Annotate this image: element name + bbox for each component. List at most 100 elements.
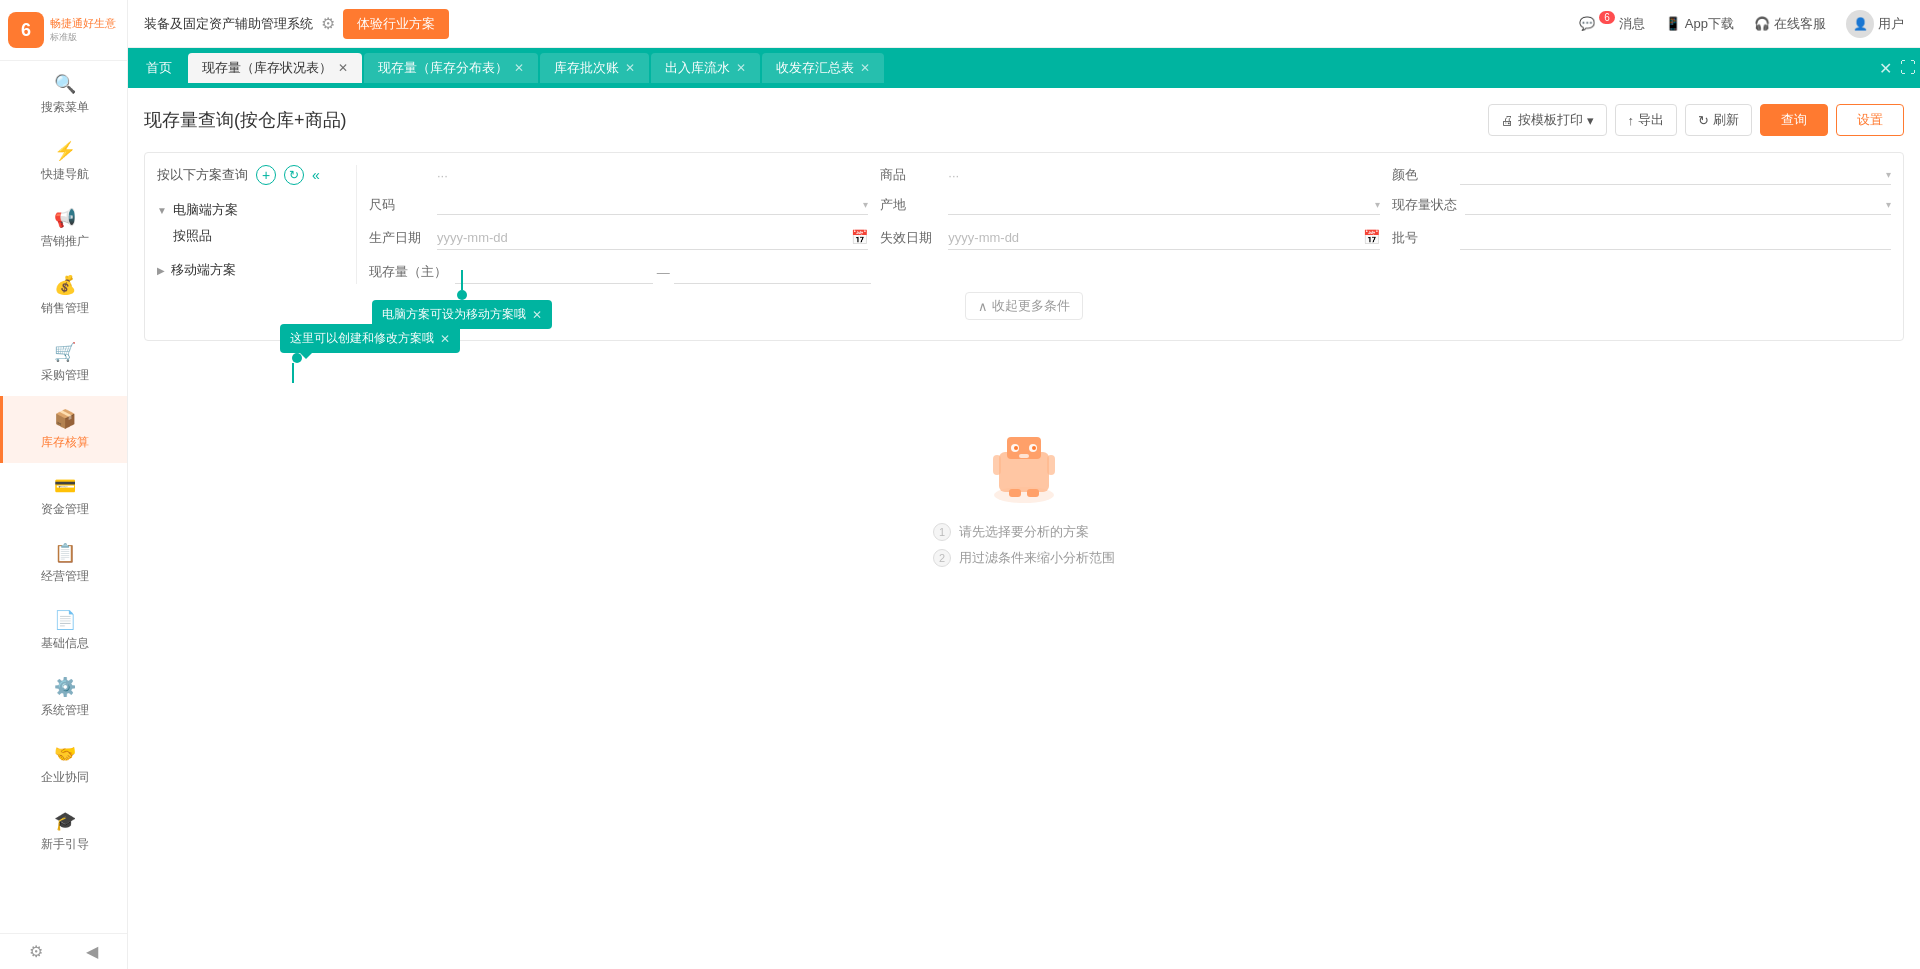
produce-date-calendar-icon[interactable]: 📅 (851, 229, 868, 245)
export-icon: ↑ (1628, 113, 1635, 128)
goods-dots[interactable]: ··· (948, 168, 959, 183)
app-download-btn[interactable]: 📱 App下载 (1665, 15, 1734, 33)
sidebar-item-search[interactable]: 🔍 搜索菜单 (0, 61, 127, 128)
print-button[interactable]: 🖨 按模板打印 ▾ (1488, 104, 1607, 136)
scenario-mobile-label: 移动端方案 (171, 261, 236, 279)
hint2-text: 用过滤条件来缩小分析范围 (959, 549, 1115, 567)
sidebar-item-marketing[interactable]: 📢 营销推广 (0, 195, 127, 262)
tooltip2-close-icon[interactable]: ✕ (440, 332, 450, 346)
sidebar-item-label: 经营管理 (41, 568, 89, 585)
svg-rect-11 (1027, 489, 1039, 497)
export-button[interactable]: ↑ 导出 (1615, 104, 1678, 136)
sidebar-item-label: 资金管理 (41, 501, 89, 518)
tab-batch[interactable]: 库存批次账 ✕ (540, 53, 649, 83)
tab-home-label: 首页 (146, 59, 172, 77)
tab-close-all-btn[interactable]: ✕ (1879, 59, 1892, 78)
color-select[interactable]: ▾ (1460, 165, 1891, 185)
tab-close-inventory-dist[interactable]: ✕ (514, 61, 524, 75)
user-btn[interactable]: 👤 用户 (1846, 10, 1904, 38)
headset-icon: 🎧 (1754, 16, 1770, 31)
stock-status-label: 现存量状态 (1392, 196, 1457, 214)
origin-label: 产地 (880, 196, 940, 214)
sidebar-nav: 🔍 搜索菜单 ⚡ 快捷导航 📢 营销推广 💰 销售管理 🛒 采购管理 📦 (0, 61, 127, 933)
tab-close-collect[interactable]: ✕ (860, 61, 870, 75)
content-inner: 现存量查询(按仓库+商品) 🖨 按模板打印 ▾ ↑ 导出 ↻ (128, 88, 1920, 969)
trial-button[interactable]: 体验行业方案 (343, 9, 449, 39)
settings-bottom-btn[interactable]: ⚙ (29, 942, 43, 961)
print-icon: 🖨 (1501, 113, 1514, 128)
tab-collect[interactable]: 收发存汇总表 ✕ (762, 53, 884, 83)
expand-arrow-icon: ▼ (157, 205, 167, 216)
tab-inventory-dist-label: 现存量（库存分布表） (378, 59, 508, 77)
scenario-desktop[interactable]: ▼ 电脑端方案 (157, 197, 344, 223)
settings-button[interactable]: 设置 (1836, 104, 1904, 136)
tab-inventory-dist[interactable]: 现存量（库存分布表） ✕ (364, 53, 538, 83)
scenario-desktop-child[interactable]: 按照品 (173, 223, 344, 249)
sidebar-item-system[interactable]: ⚙️ 系统管理 (0, 664, 127, 731)
filter-field-color: 颜色 ▾ (1392, 165, 1891, 185)
logo-text: 畅捷通好生意 (50, 16, 116, 30)
filter-field-goods: 商品 ··· (880, 165, 1379, 185)
message-btn[interactable]: 💬 6 消息 (1579, 15, 1645, 33)
tab-close-batch[interactable]: ✕ (625, 61, 635, 75)
query-button[interactable]: 查询 (1760, 104, 1828, 136)
sidebar-item-finance[interactable]: 💳 资金管理 (0, 463, 127, 530)
sidebar-item-quick[interactable]: ⚡ 快捷导航 (0, 128, 127, 195)
filter-back-button[interactable]: « (312, 167, 320, 183)
tab-inout-label: 出入库流水 (665, 59, 730, 77)
sidebar-item-newbie[interactable]: 🎓 新手引导 (0, 798, 127, 865)
sidebar-item-enterprise[interactable]: 🤝 企业协同 (0, 731, 127, 798)
filter-add-button[interactable]: + (256, 165, 276, 185)
tab-close-inout[interactable]: ✕ (736, 61, 746, 75)
tooltip1-close-icon[interactable]: ✕ (532, 308, 542, 322)
expire-date-calendar-icon[interactable]: 📅 (1363, 229, 1380, 245)
sidebar-item-purchase[interactable]: 🛒 采购管理 (0, 329, 127, 396)
empty-hints: 1 请先选择要分析的方案 2 用过滤条件来缩小分析范围 (933, 523, 1115, 567)
filter-row-4: 现存量（主） — (369, 260, 1891, 284)
sidebar-item-label: 采购管理 (41, 367, 89, 384)
handshake-icon: 🤝 (54, 743, 76, 765)
tab-inventory-status[interactable]: 现存量（库存状况表） ✕ (188, 53, 362, 83)
origin-select[interactable]: ▾ (948, 195, 1379, 215)
size-select[interactable]: ▾ (437, 195, 868, 215)
filter-label: 按以下方案查询 (157, 166, 248, 184)
user-label: 用户 (1878, 15, 1904, 33)
warehouse-dots[interactable]: ··· (437, 168, 448, 183)
header-gear-icon[interactable]: ⚙ (321, 14, 335, 33)
online-support-btn[interactable]: 🎧 在线客服 (1754, 15, 1826, 33)
tab-home[interactable]: 首页 (132, 53, 186, 83)
expire-date-input[interactable]: yyyy-mm-dd 📅 (948, 225, 1379, 250)
logo-icon: 6 (8, 12, 44, 48)
system-name: 装备及固定资产辅助管理系统 (144, 15, 313, 33)
filter-refresh-button[interactable]: ↻ (284, 165, 304, 185)
refresh-button[interactable]: ↻ 刷新 (1685, 104, 1752, 136)
phone-icon: 📱 (1665, 16, 1681, 31)
color-label: 颜色 (1392, 166, 1452, 184)
hint1-num: 1 (933, 523, 951, 541)
scenario-mobile[interactable]: ▶ 移动端方案 (157, 257, 344, 283)
stock-qty-max-input[interactable] (674, 260, 872, 284)
sidebar-item-sales[interactable]: 💰 销售管理 (0, 262, 127, 329)
page-actions: 🖨 按模板打印 ▾ ↑ 导出 ↻ 刷新 查询 设置 (1488, 104, 1905, 136)
batch-no-input[interactable] (1460, 226, 1891, 250)
tab-inout[interactable]: 出入库流水 ✕ (651, 53, 760, 83)
filter-row-3: 生产日期 yyyy-mm-dd 📅 失效日期 (369, 225, 1891, 250)
sidebar-item-basic[interactable]: 📄 基础信息 (0, 597, 127, 664)
tab-close-inventory-status[interactable]: ✕ (338, 61, 348, 75)
stock-status-select[interactable]: ▾ (1465, 195, 1891, 215)
svg-rect-7 (1019, 454, 1029, 458)
card-icon: 💳 (54, 475, 76, 497)
collapse-button[interactable]: ∧ 收起更多条件 (965, 292, 1083, 320)
tab-expand-btn[interactable]: ⛶ (1900, 59, 1916, 77)
sidebar-item-operations[interactable]: 📋 经营管理 (0, 530, 127, 597)
scenario-desktop-children: 按照品 (157, 223, 344, 249)
logo-badge: 标准版 (50, 31, 116, 44)
tab-bar: 首页 现存量（库存状况表） ✕ 现存量（库存分布表） ✕ 库存批次账 ✕ 出入库… (128, 48, 1920, 88)
cart-icon: 🛒 (54, 341, 76, 363)
scenario-child-label: 按照品 (173, 227, 212, 245)
sidebar-item-inventory[interactable]: 📦 库存核算 (0, 396, 127, 463)
produce-date-input[interactable]: yyyy-mm-dd 📅 (437, 225, 868, 250)
content-area: 现存量查询(按仓库+商品) 🖨 按模板打印 ▾ ↑ 导出 ↻ (128, 88, 1920, 969)
collapse-sidebar-btn[interactable]: ◀ (86, 942, 98, 961)
filter-row-1: ··· 商品 ··· 颜色 (369, 165, 1891, 185)
